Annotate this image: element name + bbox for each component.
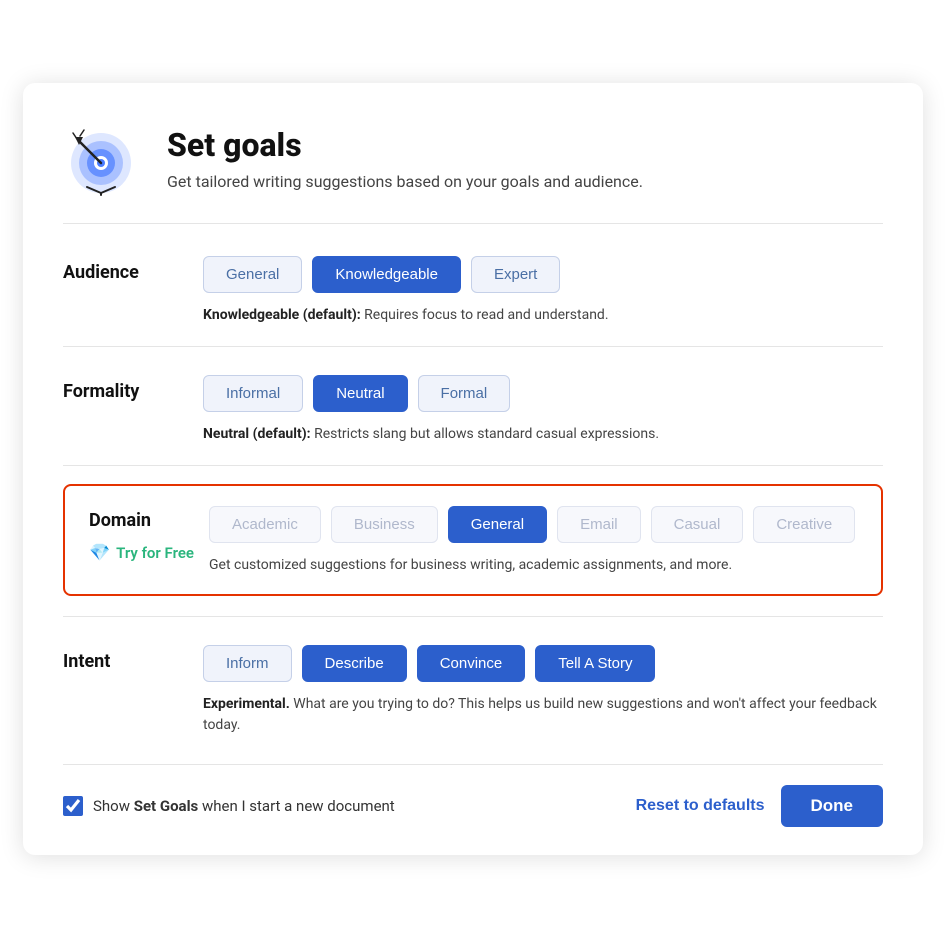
formality-description: Neutral (default): Restricts slang but a…	[203, 424, 883, 445]
domain-section-wrapper: Domain 💎 Try for Free Academic Business …	[63, 466, 883, 617]
intent-label: Intent	[63, 645, 203, 672]
audience-desc-text: Requires focus to read and understand.	[364, 307, 608, 323]
header-text: Set goals Get tailored writing suggestio…	[167, 126, 643, 191]
formality-desc-text: Restricts slang but allows standard casu…	[314, 426, 659, 442]
formality-label: Formality	[63, 375, 203, 402]
domain-btn-casual[interactable]: Casual	[651, 506, 744, 543]
audience-btn-expert[interactable]: Expert	[471, 256, 560, 293]
main-sections: Audience General Knowledgeable Expert Kn…	[63, 228, 883, 756]
reset-defaults-button[interactable]: Reset to defaults	[636, 787, 765, 825]
try-for-free-link[interactable]: 💎 Try for Free	[89, 543, 209, 563]
formality-btn-group: Informal Neutral Formal	[203, 375, 883, 412]
try-free-label: Try for Free	[116, 544, 194, 562]
formality-content: Informal Neutral Formal Neutral (default…	[203, 375, 883, 445]
domain-btn-creative[interactable]: Creative	[753, 506, 855, 543]
audience-desc-bold: Knowledgeable (default):	[203, 307, 361, 323]
modal-footer: Show Set Goals when I start a new docume…	[63, 764, 883, 827]
target-icon	[63, 119, 143, 199]
domain-label: Domain	[89, 506, 209, 531]
domain-box: Domain 💎 Try for Free Academic Business …	[63, 484, 883, 596]
intent-section: Intent Inform Describe Convince Tell A S…	[63, 617, 883, 756]
set-goals-modal: Set goals Get tailored writing suggestio…	[23, 83, 923, 855]
done-button[interactable]: Done	[781, 785, 884, 827]
modal-header: Set goals Get tailored writing suggestio…	[63, 119, 883, 199]
domain-btn-email[interactable]: Email	[557, 506, 641, 543]
domain-btn-academic[interactable]: Academic	[209, 506, 321, 543]
show-set-goals-checkbox[interactable]	[63, 796, 83, 816]
intent-btn-convince[interactable]: Convince	[417, 645, 526, 682]
formality-btn-neutral[interactable]: Neutral	[313, 375, 407, 412]
footer-right: Reset to defaults Done	[636, 785, 883, 827]
modal-title: Set goals	[167, 126, 643, 164]
intent-btn-describe[interactable]: Describe	[302, 645, 407, 682]
intent-btn-group: Inform Describe Convince Tell A Story	[203, 645, 883, 682]
audience-section: Audience General Knowledgeable Expert Kn…	[63, 228, 883, 347]
audience-btn-knowledgeable[interactable]: Knowledgeable	[312, 256, 461, 293]
diamond-icon: 💎	[89, 543, 110, 563]
formality-section: Formality Informal Neutral Formal Neutra…	[63, 347, 883, 466]
audience-content: General Knowledgeable Expert Knowledgeab…	[203, 256, 883, 326]
set-goals-bold: Set Goals	[134, 797, 199, 815]
audience-btn-general[interactable]: General	[203, 256, 302, 293]
domain-btn-group: Academic Business General Email Casual C…	[209, 506, 857, 543]
audience-description: Knowledgeable (default): Requires focus …	[203, 305, 883, 326]
intent-description: Experimental. What are you trying to do?…	[203, 694, 883, 736]
checkbox-text: Show Set Goals when I start a new docume…	[93, 797, 395, 815]
domain-btn-general[interactable]: General	[448, 506, 547, 543]
domain-content: Academic Business General Email Casual C…	[209, 506, 857, 576]
intent-btn-tell-a-story[interactable]: Tell A Story	[535, 645, 655, 682]
audience-btn-group: General Knowledgeable Expert	[203, 256, 883, 293]
domain-btn-business[interactable]: Business	[331, 506, 438, 543]
header-divider	[63, 223, 883, 224]
intent-content: Inform Describe Convince Tell A Story Ex…	[203, 645, 883, 736]
formality-desc-bold: Neutral (default):	[203, 426, 311, 442]
audience-label: Audience	[63, 256, 203, 283]
domain-description: Get customized suggestions for business …	[209, 555, 857, 576]
show-set-goals-label[interactable]: Show Set Goals when I start a new docume…	[63, 796, 395, 816]
modal-subtitle: Get tailored writing suggestions based o…	[167, 172, 643, 191]
domain-label-col: Domain 💎 Try for Free	[89, 506, 209, 563]
formality-btn-informal[interactable]: Informal	[203, 375, 303, 412]
intent-btn-inform[interactable]: Inform	[203, 645, 292, 682]
footer-left: Show Set Goals when I start a new docume…	[63, 796, 395, 816]
intent-desc-bold: Experimental.	[203, 696, 290, 712]
formality-btn-formal[interactable]: Formal	[418, 375, 511, 412]
intent-desc-text: What are you trying to do? This helps us…	[203, 696, 877, 733]
